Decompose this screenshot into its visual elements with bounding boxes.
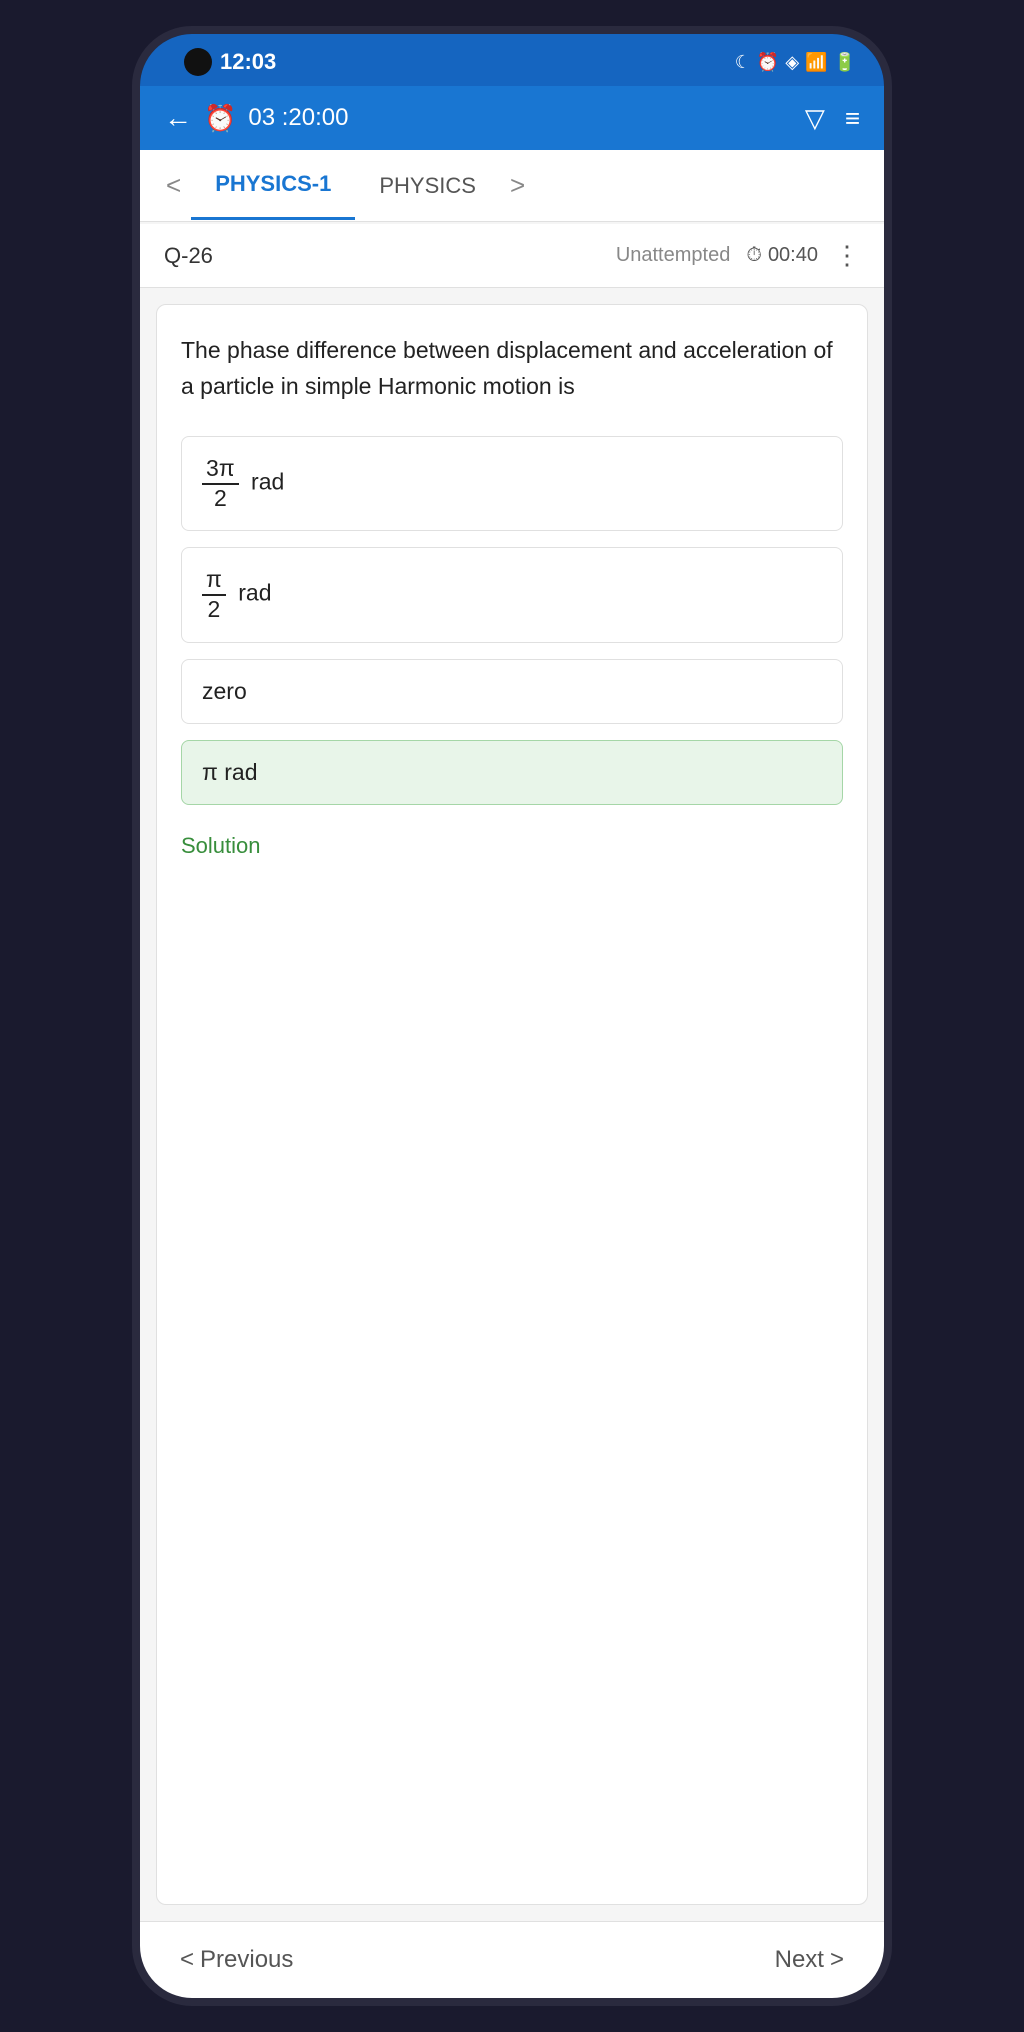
content-area: < PHYSICS-1 PHYSICS > Q-26 Unattempted ⏱… [140, 150, 884, 1921]
question-card: The phase difference between displacemen… [156, 304, 868, 1905]
timer-value: 03 :20:00 [248, 104, 348, 132]
fraction-a-num: 3π [202, 455, 239, 485]
menu-icon[interactable]: ≡ [845, 103, 860, 134]
question-timer: ⏱ 00:40 [746, 244, 818, 267]
status-time: 12:03 [220, 49, 276, 75]
option-d-text: π rad [202, 759, 258, 786]
option-d[interactable]: π rad [181, 740, 843, 805]
nav-left: ← ⏰ 03 :20:00 [164, 102, 348, 134]
timer-icon: ⏰ [204, 103, 236, 134]
option-c-text: zero [202, 678, 247, 705]
location-icon: ◈ [785, 52, 799, 73]
alarm-icon: ⏰ [757, 52, 779, 73]
next-icon: > [830, 1946, 844, 1974]
more-options-icon[interactable]: ⋮ [834, 240, 860, 271]
clock-icon: ⏱ [746, 244, 762, 267]
fraction-b-den: 2 [204, 596, 225, 624]
option-c[interactable]: zero [181, 659, 843, 724]
meta-right: Unattempted ⏱ 00:40 ⋮ [616, 240, 860, 271]
tab-physics[interactable]: PHYSICS [355, 153, 500, 219]
back-button[interactable]: ← [164, 102, 192, 134]
battery-icon: 🔋 [834, 52, 856, 73]
previous-button[interactable]: < Previous [180, 1946, 293, 1974]
solution-link[interactable]: Solution [181, 833, 843, 859]
timer-countdown: 00:40 [768, 244, 818, 267]
option-b[interactable]: π 2 rad [181, 547, 843, 642]
question-text: The phase difference between displacemen… [181, 333, 843, 404]
fraction-b-num: π [202, 566, 226, 596]
fraction-a: 3π 2 [202, 455, 239, 512]
moon-icon: ☾ [735, 52, 751, 73]
filter-icon[interactable]: ▽ [805, 103, 825, 134]
tab-physics-1[interactable]: PHYSICS-1 [191, 151, 355, 220]
next-button[interactable]: Next > [775, 1946, 844, 1974]
previous-icon: < [180, 1946, 194, 1974]
fraction-b: π 2 [202, 566, 226, 623]
previous-label: Previous [200, 1946, 293, 1974]
nav-bar: ← ⏰ 03 :20:00 ▽ ≡ [140, 86, 884, 150]
option-b-text: π 2 rad [202, 566, 272, 623]
tab-chevron-right[interactable]: > [500, 150, 535, 221]
options-list: 3π 2 rad π 2 rad [181, 436, 843, 804]
option-a-text: 3π 2 rad [202, 455, 284, 512]
option-a[interactable]: 3π 2 rad [181, 436, 843, 531]
question-meta: Q-26 Unattempted ⏱ 00:40 ⋮ [140, 224, 884, 288]
bottom-nav: < Previous Next > [140, 1921, 884, 1998]
tabs-row: < PHYSICS-1 PHYSICS > [140, 150, 884, 222]
question-status: Unattempted [616, 244, 731, 267]
status-icons: ☾ ⏰ ◈ 📶 🔋 [735, 52, 856, 73]
status-bar: 12:03 ☾ ⏰ ◈ 📶 🔋 [140, 34, 884, 86]
signal-icon: 📶 [805, 52, 827, 73]
fraction-a-den: 2 [210, 485, 231, 513]
tab-chevron-left[interactable]: < [156, 150, 191, 221]
nav-right: ▽ ≡ [805, 103, 860, 134]
next-label: Next [775, 1946, 824, 1974]
question-number: Q-26 [164, 243, 213, 269]
